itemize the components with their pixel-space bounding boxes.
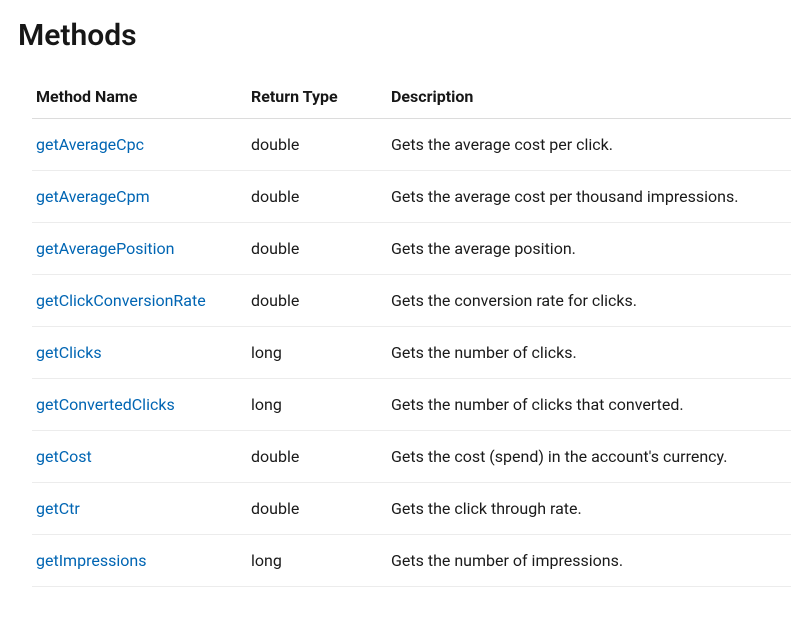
return-type-cell: double: [247, 223, 387, 275]
method-name-cell: getAverageCpc: [32, 119, 247, 171]
method-name-cell: getClickConversionRate: [32, 275, 247, 327]
method-link[interactable]: getClickConversionRate: [36, 291, 206, 310]
description-cell: Gets the click through rate.: [387, 483, 791, 535]
description-cell: Gets the cost (spend) in the account's c…: [387, 431, 791, 483]
return-type-cell: double: [247, 431, 387, 483]
header-description: Description: [387, 75, 791, 119]
table-row: getAverageCpm doubleGets the average cost…: [32, 171, 791, 223]
table-header-row: Method Name Return Type Description: [32, 75, 791, 119]
method-link[interactable]: getAveragePosition: [36, 239, 175, 258]
description-cell: Gets the number of clicks that converted…: [387, 379, 791, 431]
method-name-cell: getCost: [32, 431, 247, 483]
section-heading: Methods: [18, 18, 779, 53]
table-row: getClickConversionRate doubleGets the con…: [32, 275, 791, 327]
description-cell: Gets the average position.: [387, 223, 791, 275]
description-cell: Gets the average cost per thousand impre…: [387, 171, 791, 223]
description-cell: Gets the number of clicks.: [387, 327, 791, 379]
method-name-cell: getAverageCpm: [32, 171, 247, 223]
return-type-cell: double: [247, 119, 387, 171]
method-link[interactable]: getClicks: [36, 343, 102, 362]
table-row: getImpressions longGets the number of imp…: [32, 535, 791, 587]
method-link[interactable]: getCost: [36, 447, 92, 466]
table-row: getCost doubleGets the cost (spend) in th…: [32, 431, 791, 483]
method-name-cell: getCtr: [32, 483, 247, 535]
method-name-cell: getConvertedClicks: [32, 379, 247, 431]
method-link[interactable]: getCtr: [36, 499, 80, 518]
table-row: getClicks longGets the number of clicks.: [32, 327, 791, 379]
table-row: getAverageCpc doubleGets the average cost…: [32, 119, 791, 171]
method-link[interactable]: getAverageCpm: [36, 187, 150, 206]
return-type-cell: long: [247, 379, 387, 431]
table-row: getAveragePosition doubleGets the average…: [32, 223, 791, 275]
method-link[interactable]: getAverageCpc: [36, 135, 144, 154]
method-link[interactable]: getConvertedClicks: [36, 395, 175, 414]
method-name-cell: getImpressions: [32, 535, 247, 587]
return-type-cell: long: [247, 327, 387, 379]
header-method-name: Method Name: [32, 75, 247, 119]
method-name-cell: getClicks: [32, 327, 247, 379]
header-return-type: Return Type: [247, 75, 387, 119]
table-row: getCtr doubleGets the click through rate.: [32, 483, 791, 535]
table-row: getConvertedClicks longGets the number of…: [32, 379, 791, 431]
description-cell: Gets the average cost per click.: [387, 119, 791, 171]
method-name-cell: getAveragePosition: [32, 223, 247, 275]
method-link[interactable]: getImpressions: [36, 551, 146, 570]
return-type-cell: long: [247, 535, 387, 587]
description-cell: Gets the number of impressions.: [387, 535, 791, 587]
methods-table: Method Name Return Type Description getA…: [32, 75, 791, 587]
return-type-cell: double: [247, 171, 387, 223]
return-type-cell: double: [247, 275, 387, 327]
description-cell: Gets the conversion rate for clicks.: [387, 275, 791, 327]
return-type-cell: double: [247, 483, 387, 535]
